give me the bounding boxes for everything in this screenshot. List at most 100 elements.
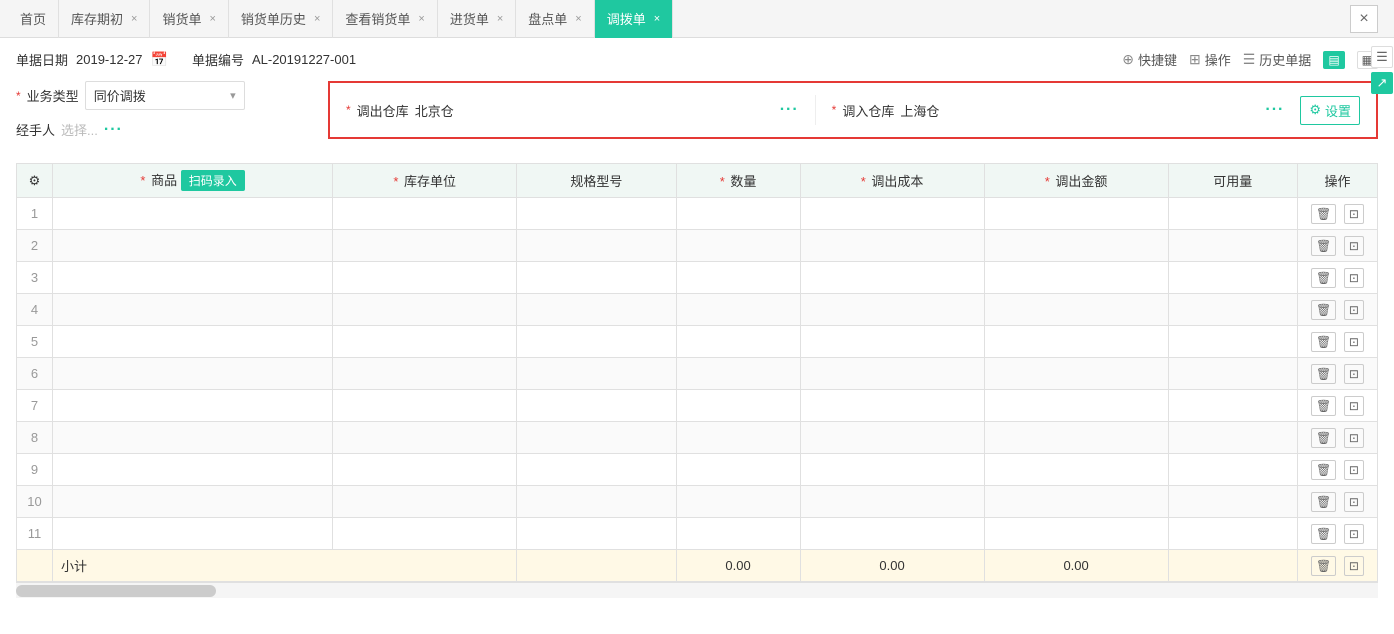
cell-available[interactable] — [1168, 198, 1297, 230]
tab-view-sales[interactable]: 查看销货单 × — [333, 0, 437, 38]
scroll-thumb[interactable] — [16, 585, 216, 597]
cell-qty[interactable] — [676, 326, 800, 358]
cell-available[interactable] — [1168, 518, 1297, 550]
cell-spec[interactable] — [517, 198, 676, 230]
cell-qty[interactable] — [676, 230, 800, 262]
cell-amount[interactable] — [984, 198, 1168, 230]
delete-button[interactable]: 🗑 — [1311, 332, 1336, 352]
delete-button[interactable]: 🗑 — [1311, 268, 1336, 288]
cell-cost[interactable] — [800, 294, 984, 326]
cell-amount[interactable] — [984, 454, 1168, 486]
tab-sales-order-close[interactable]: × — [209, 13, 215, 25]
cell-goods[interactable] — [53, 198, 333, 230]
cell-goods[interactable] — [53, 486, 333, 518]
cell-unit[interactable] — [333, 390, 517, 422]
delete-button[interactable]: 🗑 — [1311, 364, 1336, 384]
settings-button[interactable]: ⚙ 设置 — [1300, 96, 1360, 125]
cell-available[interactable] — [1168, 358, 1297, 390]
tab-sales-history-close[interactable]: × — [314, 13, 320, 25]
cell-spec[interactable] — [517, 486, 676, 518]
cell-amount[interactable] — [984, 390, 1168, 422]
delete-button[interactable]: 🗑 — [1311, 236, 1336, 256]
cell-qty[interactable] — [676, 390, 800, 422]
cell-available[interactable] — [1168, 294, 1297, 326]
cell-unit[interactable] — [333, 230, 517, 262]
cell-goods[interactable] — [53, 390, 333, 422]
cell-available[interactable] — [1168, 262, 1297, 294]
cell-goods[interactable] — [53, 454, 333, 486]
tab-transfer-order[interactable]: 调拨单 × — [595, 0, 673, 38]
cell-unit[interactable] — [333, 294, 517, 326]
tab-purchase-order-close[interactable]: × — [497, 13, 503, 25]
cell-unit[interactable] — [333, 518, 517, 550]
scan-button[interactable]: 扫码录入 — [181, 170, 245, 191]
cell-cost[interactable] — [800, 262, 984, 294]
sidebar-doc-icon[interactable]: ☰ — [1371, 46, 1393, 68]
cell-amount[interactable] — [984, 518, 1168, 550]
cell-amount[interactable] — [984, 230, 1168, 262]
tab-transfer-order-close[interactable]: × — [654, 13, 660, 25]
cell-cost[interactable] — [800, 390, 984, 422]
cell-amount[interactable] — [984, 294, 1168, 326]
cell-cost[interactable] — [800, 422, 984, 454]
tab-view-sales-close[interactable]: × — [418, 13, 424, 25]
copy-button[interactable]: ⊡ — [1344, 332, 1364, 352]
cell-goods[interactable] — [53, 518, 333, 550]
copy-button[interactable]: ⊡ — [1344, 364, 1364, 384]
cell-available[interactable] — [1168, 454, 1297, 486]
cell-goods[interactable] — [53, 294, 333, 326]
cell-spec[interactable] — [517, 294, 676, 326]
copy-button[interactable]: ⊡ — [1344, 268, 1364, 288]
sidebar-export-icon[interactable]: ↗ — [1371, 72, 1393, 94]
cell-spec[interactable] — [517, 422, 676, 454]
cell-unit[interactable] — [333, 198, 517, 230]
cell-qty[interactable] — [676, 518, 800, 550]
cell-available[interactable] — [1168, 390, 1297, 422]
tab-inventory-check-close[interactable]: × — [575, 13, 581, 25]
tab-inventory-init[interactable]: 库存期初 × — [59, 0, 150, 38]
subtotal-copy-button[interactable]: ⊡ — [1344, 556, 1364, 576]
tab-inventory-init-close[interactable]: × — [131, 13, 137, 25]
cell-unit[interactable] — [333, 326, 517, 358]
cell-spec[interactable] — [517, 390, 676, 422]
copy-button[interactable]: ⊡ — [1344, 460, 1364, 480]
copy-button[interactable]: ⊡ — [1344, 428, 1364, 448]
tab-inventory-check[interactable]: 盘点单 × — [516, 0, 594, 38]
cell-spec[interactable] — [517, 454, 676, 486]
delete-button[interactable]: 🗑 — [1311, 396, 1336, 416]
cell-amount[interactable] — [984, 326, 1168, 358]
delete-button[interactable]: 🗑 — [1311, 460, 1336, 480]
cell-cost[interactable] — [800, 198, 984, 230]
window-close-button[interactable]: × — [1350, 5, 1378, 33]
cell-available[interactable] — [1168, 486, 1297, 518]
cell-available[interactable] — [1168, 422, 1297, 454]
delete-button[interactable]: 🗑 — [1311, 492, 1336, 512]
cell-goods[interactable] — [53, 358, 333, 390]
tab-purchase-order[interactable]: 进货单 × — [438, 0, 516, 38]
cell-cost[interactable] — [800, 518, 984, 550]
copy-button[interactable]: ⊡ — [1344, 524, 1364, 544]
warehouse-in-dots-button[interactable]: ··· — [1265, 101, 1284, 119]
warehouse-out-dots-button[interactable]: ··· — [780, 101, 799, 119]
cell-cost[interactable] — [800, 230, 984, 262]
cell-cost[interactable] — [800, 358, 984, 390]
cell-goods[interactable] — [53, 262, 333, 294]
history-action[interactable]: ☰ 历史单据 — [1243, 50, 1312, 69]
cell-qty[interactable] — [676, 198, 800, 230]
copy-button[interactable]: ⊡ — [1344, 396, 1364, 416]
cell-amount[interactable] — [984, 358, 1168, 390]
cell-spec[interactable] — [517, 518, 676, 550]
cell-unit[interactable] — [333, 358, 517, 390]
copy-button[interactable]: ⊡ — [1344, 300, 1364, 320]
subtotal-delete-button[interactable]: 🗑 — [1311, 556, 1336, 576]
delete-button[interactable]: 🗑 — [1311, 204, 1336, 224]
cell-unit[interactable] — [333, 262, 517, 294]
cell-goods[interactable] — [53, 422, 333, 454]
tab-sales-order[interactable]: 销货单 × — [150, 0, 228, 38]
operation-action[interactable]: ⊞ 操作 — [1189, 50, 1231, 69]
cell-qty[interactable] — [676, 262, 800, 294]
cell-unit[interactable] — [333, 422, 517, 454]
shortcut-action[interactable]: ⊕ 快捷键 — [1122, 50, 1177, 69]
calendar-icon[interactable]: 📅 — [151, 51, 168, 68]
cell-unit[interactable] — [333, 486, 517, 518]
